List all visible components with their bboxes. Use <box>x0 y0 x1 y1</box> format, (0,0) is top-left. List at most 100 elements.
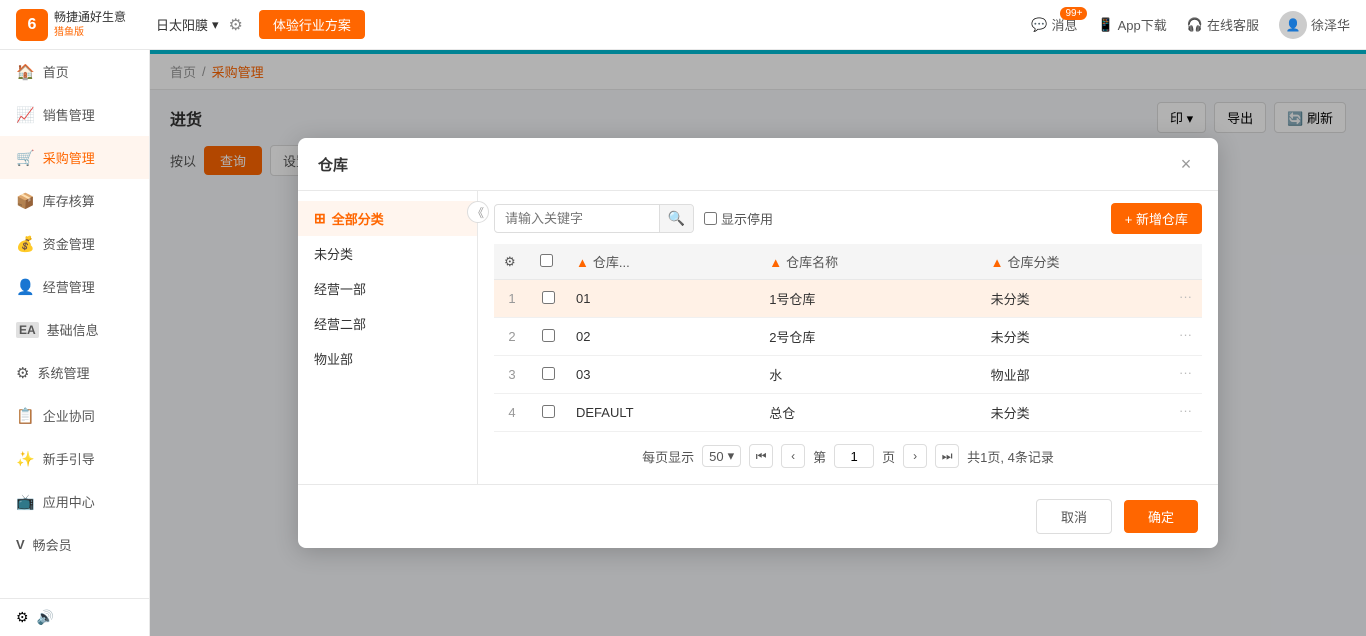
home-icon: 🏠 <box>16 63 35 81</box>
per-page-select[interactable]: 50 ▾ <box>702 445 741 467</box>
table-row[interactable]: 3 03 水 物业部··· <box>494 356 1202 394</box>
cat-item-all[interactable]: ⊞ 全部分类 <box>298 201 477 236</box>
sidebar-item-home[interactable]: 🏠 首页 <box>0 50 149 93</box>
cat-item-property[interactable]: 物业部 <box>298 341 477 376</box>
sidebar-label-enterprise: 企业协同 <box>43 406 95 425</box>
modal-header: 仓库 × <box>298 138 1218 191</box>
avatar: 👤 <box>1279 11 1307 39</box>
table-toolbar: 🔍 显示停用 + 新增仓库 <box>494 203 1202 234</box>
sidebar-item-basic[interactable]: EA 基础信息 <box>0 308 149 351</box>
select-all-checkbox[interactable] <box>540 254 553 267</box>
per-page-label: 每页显示 <box>642 447 694 466</box>
confirm-btn[interactable]: 确定 <box>1124 500 1198 533</box>
th-name: ▲仓库名称 <box>759 244 980 280</box>
sidebar-item-guide[interactable]: ✨ 新手引导 <box>0 437 149 480</box>
show-disabled-checkbox[interactable] <box>704 212 717 225</box>
page-label-pre: 第 <box>813 447 826 466</box>
row-category: 未分类··· <box>981 318 1202 356</box>
cat-collapse-btn[interactable]: 《 <box>467 201 489 223</box>
sidebar-item-enterprise[interactable]: 📋 企业协同 <box>0 394 149 437</box>
sidebar-item-inventory[interactable]: 📦 库存核算 <box>0 179 149 222</box>
sidebar-sound-icon[interactable]: 🔊 <box>37 609 54 626</box>
topbar: 6 畅捷通好生意 猎鱼版 日太阳膜 ▾ ⚙ 体验行业方案 💬 消息 99+ 📱 … <box>0 0 1366 50</box>
basic-info-icon: EA <box>16 322 39 338</box>
th-checkbox <box>530 244 566 280</box>
sidebar-label-sales: 销售管理 <box>43 105 95 124</box>
sidebar-item-purchase[interactable]: 🛒 采购管理 <box>0 136 149 179</box>
table-row[interactable]: 2 02 2号仓库 未分类··· <box>494 318 1202 356</box>
table-row[interactable]: 4 DEFAULT 总仓 未分类··· <box>494 394 1202 432</box>
settings-icon[interactable]: ⚙ <box>229 15 243 35</box>
row-category: 物业部··· <box>981 356 1202 394</box>
sidebar-label-guide: 新手引导 <box>43 449 95 468</box>
sidebar-label-basic: 基础信息 <box>47 320 99 339</box>
row-code: DEFAULT <box>566 394 759 432</box>
trial-btn[interactable]: 体验行业方案 <box>259 10 365 39</box>
sidebar-settings-icon[interactable]: ⚙ <box>16 609 29 626</box>
sidebar-label-finance: 资金管理 <box>43 234 95 253</box>
logo-icon: 6 <box>16 9 48 41</box>
last-page-btn[interactable]: ⏭ <box>935 444 959 468</box>
cancel-btn[interactable]: 取消 <box>1036 499 1112 534</box>
row-category: 未分类··· <box>981 280 1202 318</box>
row-checkbox[interactable] <box>530 280 566 318</box>
sidebar-item-system[interactable]: ⚙ 系统管理 <box>0 351 149 394</box>
sidebar-label-home: 首页 <box>43 62 69 81</box>
user-avatar[interactable]: 👤 徐泽华 <box>1279 11 1350 39</box>
store-selector[interactable]: 日太阳膜 ▾ <box>156 15 219 34</box>
row-index: 2 <box>494 318 530 356</box>
table-container: ⚙ ▲仓库... ▲仓库名称 ▲仓库分类 1 01 1号仓库 <box>494 244 1202 432</box>
row-name: 1号仓库 <box>759 280 980 318</box>
sidebar-item-apps[interactable]: 📺 应用中心 <box>0 480 149 523</box>
row-index: 3 <box>494 356 530 394</box>
modal-title: 仓库 <box>318 154 348 175</box>
apps-icon: 📺 <box>16 493 35 511</box>
search-box: 🔍 <box>494 204 694 233</box>
sidebar-item-sales[interactable]: 📈 销售管理 <box>0 93 149 136</box>
table-area: 🔍 显示停用 + 新增仓库 <box>478 191 1218 484</box>
table-row[interactable]: 1 01 1号仓库 未分类··· <box>494 280 1202 318</box>
modal-footer: 取消 确定 <box>298 484 1218 548</box>
search-input[interactable] <box>495 206 659 231</box>
row-checkbox[interactable] <box>530 318 566 356</box>
category-sidebar: 《 ⊞ 全部分类 未分类 经营一部 经营二部 物业部 <box>298 191 478 484</box>
first-page-btn[interactable]: ⏮ <box>749 444 773 468</box>
page-input[interactable] <box>834 444 874 468</box>
main-content: 首页 / 采购管理 进货 印 ▾ 导出 🔄 刷新 按以 查询 设置 仓库 <box>150 50 1366 636</box>
add-warehouse-btn[interactable]: + 新增仓库 <box>1111 203 1202 234</box>
sidebar-item-finance[interactable]: 💰 资金管理 <box>0 222 149 265</box>
brand-text: 畅捷通好生意 猎鱼版 <box>54 10 126 39</box>
purchase-icon: 🛒 <box>16 149 35 167</box>
online-service-btn[interactable]: 🎧 在线客服 <box>1187 15 1259 34</box>
app-download-btn[interactable]: 📱 App下载 <box>1097 15 1166 34</box>
row-index: 4 <box>494 394 530 432</box>
row-checkbox[interactable] <box>530 394 566 432</box>
topbar-right: 💬 消息 99+ 📱 App下载 🎧 在线客服 👤 徐泽华 <box>1031 11 1350 39</box>
grid-icon: ⊞ <box>314 210 326 227</box>
sales-icon: 📈 <box>16 106 35 124</box>
th-code: ▲仓库... <box>566 244 759 280</box>
sidebar-item-member[interactable]: V 畅会员 <box>0 523 149 566</box>
page-label-post: 页 <box>882 447 895 466</box>
row-checkbox[interactable] <box>530 356 566 394</box>
sidebar-bottom: ⚙ 🔊 <box>0 598 149 636</box>
cat-item-dept2[interactable]: 经营二部 <box>298 306 477 341</box>
modal-close-btn[interactable]: × <box>1174 152 1198 176</box>
prev-page-btn[interactable]: ‹ <box>781 444 805 468</box>
cat-item-dept1[interactable]: 经营一部 <box>298 271 477 306</box>
th-category: ▲仓库分类 <box>981 244 1202 280</box>
show-disabled-label[interactable]: 显示停用 <box>704 209 773 228</box>
warehouse-table: ⚙ ▲仓库... ▲仓库名称 ▲仓库分类 1 01 1号仓库 <box>494 244 1202 432</box>
search-btn[interactable]: 🔍 <box>659 205 693 232</box>
messages-btn[interactable]: 💬 消息 99+ <box>1031 15 1077 34</box>
modal-overlay: 仓库 × 《 ⊞ 全部分类 未分类 经营一部 经营二部 <box>150 50 1366 636</box>
finance-icon: 💰 <box>16 235 35 253</box>
total-info: 共1页, 4条记录 <box>967 447 1054 466</box>
cat-item-unclassified[interactable]: 未分类 <box>298 236 477 271</box>
next-page-btn[interactable]: › <box>903 444 927 468</box>
row-code: 02 <box>566 318 759 356</box>
sidebar-item-management[interactable]: 👤 经营管理 <box>0 265 149 308</box>
row-name: 2号仓库 <box>759 318 980 356</box>
chevron-down-icon: ▾ <box>728 448 735 464</box>
row-category: 未分类··· <box>981 394 1202 432</box>
